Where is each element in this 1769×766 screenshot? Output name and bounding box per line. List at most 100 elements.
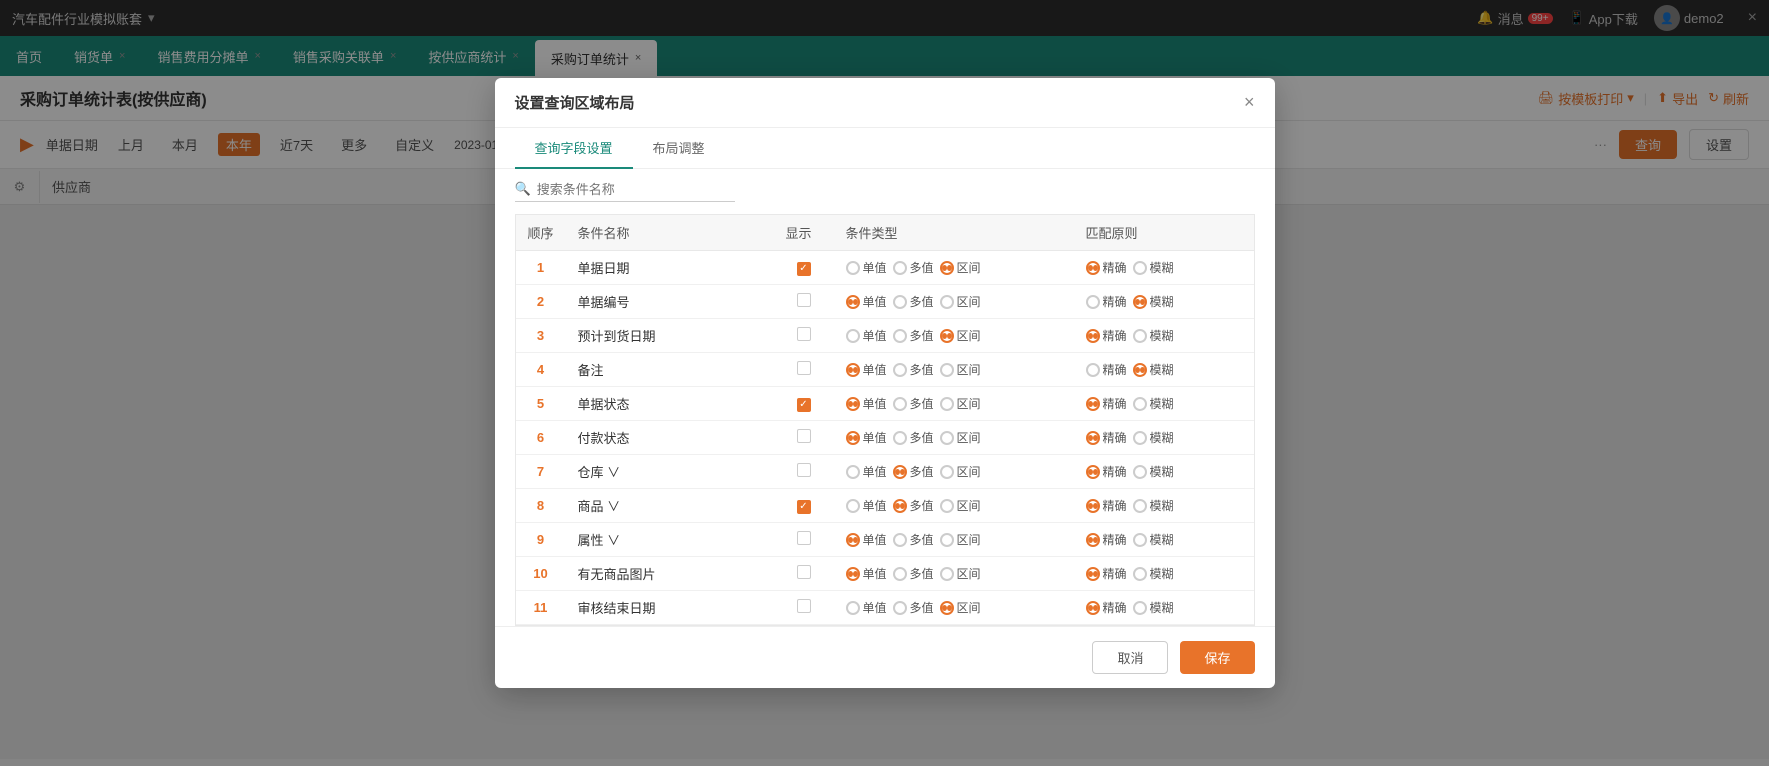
modal-tab-bar: 查询字段设置 布局调整 (495, 128, 1275, 169)
match-exact-radio[interactable]: 精确 (1086, 429, 1127, 446)
match-fuzzy-radio[interactable]: 模糊 (1133, 565, 1174, 582)
match-exact-radio[interactable]: 精确 (1086, 565, 1127, 582)
modal-tab-layout[interactable]: 布局调整 (633, 128, 725, 169)
show-checkbox[interactable] (797, 293, 811, 307)
row-name: 商品 ∨ (566, 489, 774, 523)
type-single-radio[interactable]: 单值 (846, 327, 887, 344)
row-match-cell: 精确 模糊 (1074, 251, 1254, 285)
show-checkbox[interactable]: ✓ (797, 398, 811, 412)
match-fuzzy-radio[interactable]: 模糊 (1133, 293, 1174, 310)
type-single-radio[interactable]: 单值 (846, 531, 887, 548)
type-multi-radio[interactable]: 多值 (893, 531, 934, 548)
type-single-radio[interactable]: 单值 (846, 259, 887, 276)
match-exact-radio[interactable]: 精确 (1086, 531, 1127, 548)
table-row: 5 单据状态 ✓ 单值 多值 区间 (516, 387, 1254, 421)
type-single-radio[interactable]: 单值 (846, 361, 887, 378)
show-checkbox[interactable] (797, 463, 811, 477)
row-name: 付款状态 (566, 421, 774, 455)
type-multi-radio[interactable]: 多值 (893, 463, 934, 480)
row-match-cell: 精确 模糊 (1074, 523, 1254, 557)
type-range-radio[interactable]: 区间 (940, 259, 981, 276)
match-exact-radio[interactable]: 精确 (1086, 293, 1127, 310)
show-checkbox[interactable]: ✓ (797, 500, 811, 514)
type-range-radio[interactable]: 区间 (940, 293, 981, 310)
match-fuzzy-radio[interactable]: 模糊 (1133, 429, 1174, 446)
type-multi-radio[interactable]: 多值 (893, 565, 934, 582)
type-range-radio[interactable]: 区间 (940, 599, 981, 616)
type-multi-radio[interactable]: 多值 (893, 395, 934, 412)
show-checkbox[interactable]: ✓ (797, 262, 811, 276)
match-fuzzy-radio[interactable]: 模糊 (1133, 361, 1174, 378)
match-exact-radio[interactable]: 精确 (1086, 327, 1127, 344)
type-single-radio[interactable]: 单值 (846, 599, 887, 616)
match-exact-radio[interactable]: 精确 (1086, 463, 1127, 480)
type-range-radio[interactable]: 区间 (940, 429, 981, 446)
type-single-radio[interactable]: 单值 (846, 429, 887, 446)
type-multi-radio[interactable]: 多值 (893, 327, 934, 344)
row-order: 1 (516, 251, 566, 285)
match-fuzzy-radio[interactable]: 模糊 (1133, 395, 1174, 412)
type-range-radio[interactable]: 区间 (940, 395, 981, 412)
row-match-cell: 精确 模糊 (1074, 353, 1254, 387)
row-name: 单据日期 (566, 251, 774, 285)
row-name: 仓库 ∨ (566, 455, 774, 489)
modal-tab-fields[interactable]: 查询字段设置 (515, 128, 633, 169)
type-multi-radio[interactable]: 多值 (893, 259, 934, 276)
show-checkbox[interactable] (797, 599, 811, 613)
modal-search-area: 🔍 (495, 169, 1275, 214)
show-checkbox[interactable] (797, 327, 811, 341)
save-button[interactable]: 保存 (1180, 641, 1254, 674)
th-order: 顺序 (516, 215, 566, 251)
match-exact-radio[interactable]: 精确 (1086, 599, 1127, 616)
type-range-radio[interactable]: 区间 (940, 327, 981, 344)
th-show: 显示 (774, 215, 834, 251)
type-multi-radio[interactable]: 多值 (893, 293, 934, 310)
match-fuzzy-radio[interactable]: 模糊 (1133, 259, 1174, 276)
type-range-radio[interactable]: 区间 (940, 565, 981, 582)
match-fuzzy-radio[interactable]: 模糊 (1133, 531, 1174, 548)
modal-title: 设置查询区域布局 (515, 92, 635, 113)
cancel-button[interactable]: 取消 (1092, 641, 1168, 674)
modal-close-button[interactable]: × (1244, 92, 1255, 113)
match-exact-radio[interactable]: 精确 (1086, 395, 1127, 412)
type-multi-radio[interactable]: 多值 (893, 599, 934, 616)
match-exact-radio[interactable]: 精确 (1086, 497, 1127, 514)
row-match-cell: 精确 模糊 (1074, 489, 1254, 523)
type-range-radio[interactable]: 区间 (940, 497, 981, 514)
type-multi-radio[interactable]: 多值 (893, 361, 934, 378)
row-type-cell: 单值 多值 区间 (834, 557, 1074, 591)
match-fuzzy-radio[interactable]: 模糊 (1133, 599, 1174, 616)
row-type-cell: 单值 多值 区间 (834, 319, 1074, 353)
type-multi-radio[interactable]: 多值 (893, 497, 934, 514)
table-row: 6 付款状态 单值 多值 区间 (516, 421, 1254, 455)
row-show-cell: ✓ (774, 251, 834, 285)
type-single-radio[interactable]: 单值 (846, 293, 887, 310)
row-match-cell: 精确 模糊 (1074, 421, 1254, 455)
row-name: 预计到货日期 (566, 319, 774, 353)
table-body: 1 单据日期 ✓ 单值 多值 区间 (516, 251, 1254, 625)
show-checkbox[interactable] (797, 565, 811, 579)
search-input[interactable] (537, 182, 717, 197)
type-multi-radio[interactable]: 多值 (893, 429, 934, 446)
type-single-radio[interactable]: 单值 (846, 395, 887, 412)
match-fuzzy-radio[interactable]: 模糊 (1133, 497, 1174, 514)
show-checkbox[interactable] (797, 429, 811, 443)
type-single-radio[interactable]: 单值 (846, 565, 887, 582)
table-row: 3 预计到货日期 单值 多值 区间 (516, 319, 1254, 353)
match-fuzzy-radio[interactable]: 模糊 (1133, 463, 1174, 480)
row-type-cell: 单值 多值 区间 (834, 421, 1074, 455)
settings-modal: 设置查询区域布局 × 查询字段设置 布局调整 🔍 顺序 (495, 78, 1275, 688)
type-range-radio[interactable]: 区间 (940, 463, 981, 480)
show-checkbox[interactable] (797, 531, 811, 545)
type-range-radio[interactable]: 区间 (940, 361, 981, 378)
type-single-radio[interactable]: 单值 (846, 463, 887, 480)
show-checkbox[interactable] (797, 361, 811, 375)
type-range-radio[interactable]: 区间 (940, 531, 981, 548)
match-exact-radio[interactable]: 精确 (1086, 361, 1127, 378)
row-type-cell: 单值 多值 区间 (834, 523, 1074, 557)
match-exact-radio[interactable]: 精确 (1086, 259, 1127, 276)
modal-overlay: 设置查询区域布局 × 查询字段设置 布局调整 🔍 顺序 (0, 0, 1769, 766)
match-fuzzy-radio[interactable]: 模糊 (1133, 327, 1174, 344)
type-single-radio[interactable]: 单值 (846, 497, 887, 514)
row-show-cell: ✓ (774, 387, 834, 421)
